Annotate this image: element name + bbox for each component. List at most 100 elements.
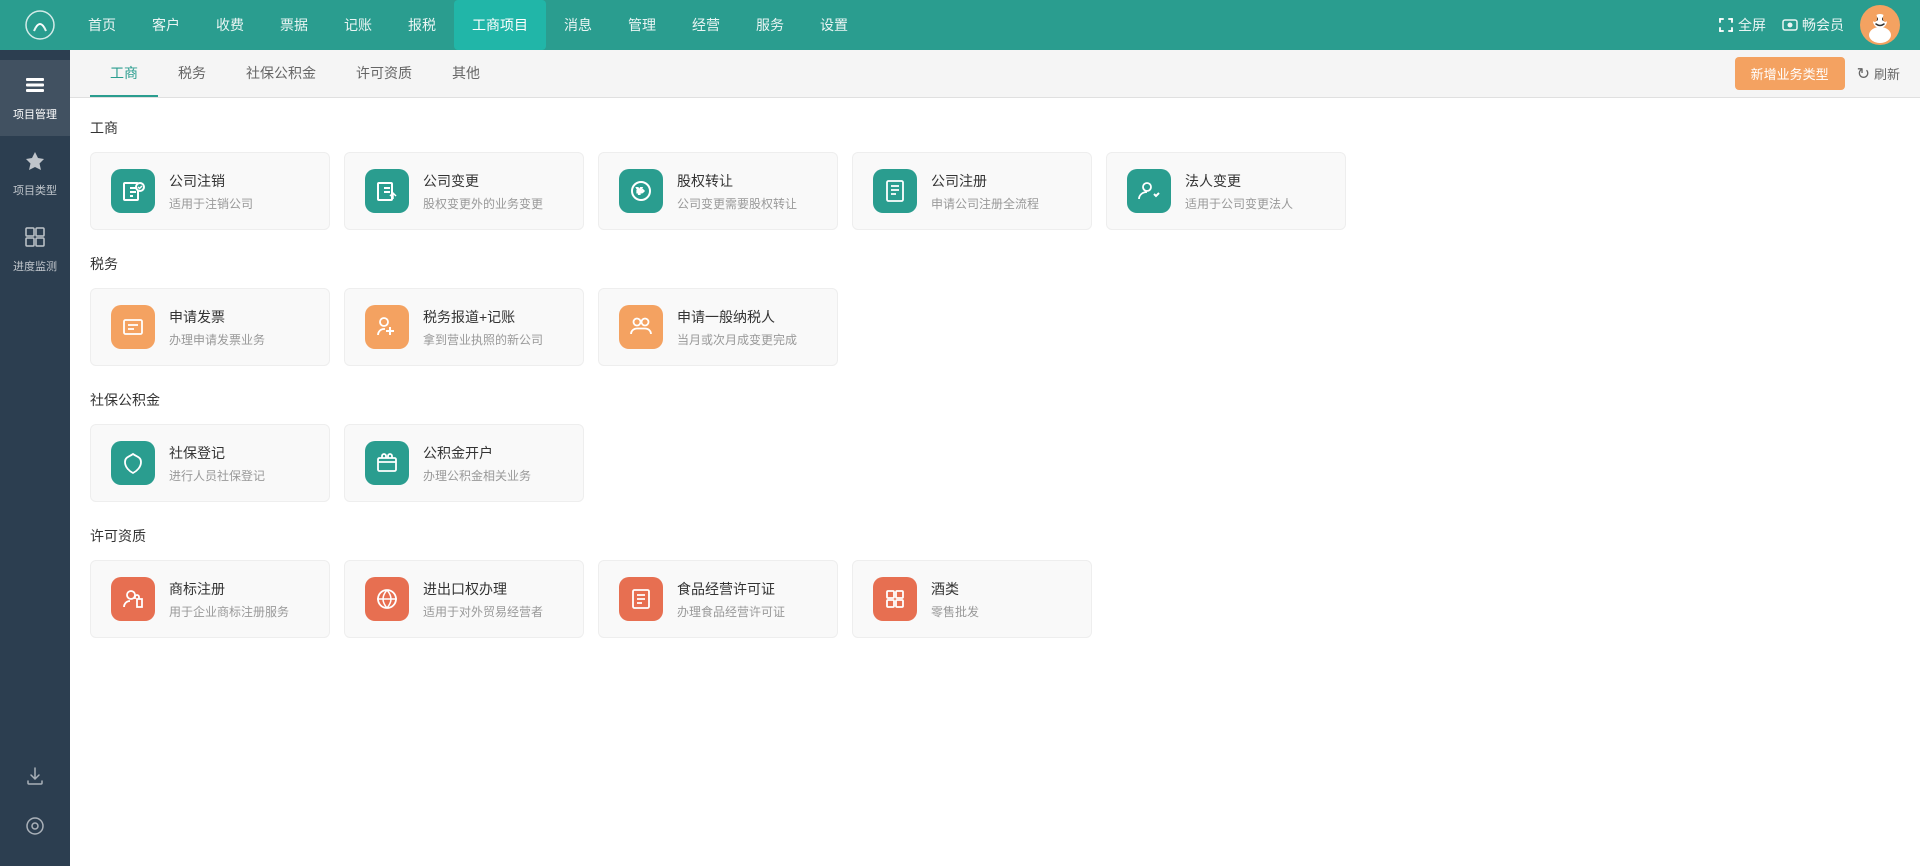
card-公司变更[interactable]: 公司变更股权变更外的业务变更 [344, 152, 584, 230]
sidebar-download[interactable] [15, 756, 55, 796]
tab-社保公积金[interactable]: 社保公积金 [226, 50, 336, 97]
card-社保登记[interactable]: 社保登记进行人员社保登记 [90, 424, 330, 502]
card-icon [111, 305, 155, 349]
card-icon [111, 441, 155, 485]
top-menu-item-首页[interactable]: 首页 [70, 0, 134, 50]
card-title: 申请发票 [169, 307, 265, 327]
section-title: 税务 [90, 254, 1900, 274]
section-title: 许可资质 [90, 526, 1900, 546]
card-税务报道+记账[interactable]: 税务报道+记账拿到营业执照的新公司 [344, 288, 584, 366]
card-title: 公积金开户 [423, 443, 531, 463]
top-menu-item-经营[interactable]: 经营 [674, 0, 738, 50]
card-icon [619, 305, 663, 349]
fullscreen-button[interactable]: 全屏 [1718, 15, 1766, 35]
card-title: 税务报道+记账 [423, 307, 543, 327]
sidebar-settings[interactable] [15, 806, 55, 846]
card-desc: 办理公积金相关业务 [423, 467, 531, 484]
section-社保公积金: 社保公积金社保登记进行人员社保登记 公积金开户办理公积金相关业务 [90, 390, 1900, 502]
card-icon [365, 441, 409, 485]
svg-text:¥: ¥ [636, 187, 642, 196]
card-股权转让[interactable]: ¥股权转让公司变更需要股权转让 [598, 152, 838, 230]
card-icon [111, 169, 155, 213]
card-公积金开户[interactable]: 公积金开户办理公积金相关业务 [344, 424, 584, 502]
card-icon [365, 305, 409, 349]
top-menu-item-报税[interactable]: 报税 [390, 0, 454, 50]
card-申请一般纳税人[interactable]: 申请一般纳税人当月或次月成变更完成 [598, 288, 838, 366]
sidebar-item-progress[interactable]: 进度监测 [0, 212, 70, 288]
top-menu-item-客户[interactable]: 客户 [134, 0, 198, 50]
section-税务: 税务申请发票办理申请发票业务税务报道+记账拿到营业执照的新公司申请一般纳税人当月… [90, 254, 1900, 366]
card-icon [365, 169, 409, 213]
sidebar-item-project-management[interactable]: 项目管理 [0, 60, 70, 136]
refresh-button[interactable]: ↻ 刷新 [1857, 64, 1900, 84]
card-info: 公司注册申请公司注册全流程 [931, 171, 1039, 212]
card-desc: 适用于公司变更法人 [1185, 195, 1293, 212]
card-desc: 公司变更需要股权转让 [677, 195, 797, 212]
sidebar-label-2: 项目类型 [13, 182, 57, 198]
card-title: 法人变更 [1185, 171, 1293, 191]
sidebar-item-project-type[interactable]: 项目类型 [0, 136, 70, 212]
card-title: 申请一般纳税人 [677, 307, 797, 327]
card-title: 公司注销 [169, 171, 253, 191]
card-info: 商标注册用于企业商标注册服务 [169, 579, 289, 620]
top-menu-item-管理[interactable]: 管理 [610, 0, 674, 50]
card-公司注册[interactable]: 公司注册申请公司注册全流程 [852, 152, 1092, 230]
card-desc: 申请公司注册全流程 [931, 195, 1039, 212]
tab-工商[interactable]: 工商 [90, 50, 158, 97]
refresh-label: 刷新 [1874, 64, 1900, 83]
fullscreen-label: 全屏 [1738, 15, 1766, 35]
card-酒类[interactable]: 酒类零售批发 [852, 560, 1092, 638]
top-menu-item-收费[interactable]: 收费 [198, 0, 262, 50]
cards-grid: 申请发票办理申请发票业务税务报道+记账拿到营业执照的新公司申请一般纳税人当月或次… [90, 288, 1900, 366]
top-menu-item-服务[interactable]: 服务 [738, 0, 802, 50]
top-menu-item-票据[interactable]: 票据 [262, 0, 326, 50]
card-icon [111, 577, 155, 621]
card-desc: 适用于对外贸易经营者 [423, 603, 543, 620]
scroll-content[interactable]: 工商公司注销适用于注销公司公司变更股权变更外的业务变更¥股权转让公司变更需要股权… [70, 98, 1920, 866]
section-title: 工商 [90, 118, 1900, 138]
member-button[interactable]: 畅会员 [1782, 15, 1844, 35]
tab-许可资质[interactable]: 许可资质 [336, 50, 432, 97]
top-menu-item-消息[interactable]: 消息 [546, 0, 610, 50]
card-info: 社保登记进行人员社保登记 [169, 443, 265, 484]
card-info: 法人变更适用于公司变更法人 [1185, 171, 1293, 212]
logo [10, 9, 70, 41]
tab-其他[interactable]: 其他 [432, 50, 500, 97]
section-title: 社保公积金 [90, 390, 1900, 410]
card-desc: 办理食品经营许可证 [677, 603, 785, 620]
card-title: 酒类 [931, 579, 979, 599]
sidebar-bottom [15, 756, 55, 866]
card-title: 公司变更 [423, 171, 543, 191]
main-layout: 项目管理 项目类型 进度监测 工商税务社保公积金许可资质其他 [0, 50, 1920, 866]
cards-grid: 社保登记进行人员社保登记 公积金开户办理公积金相关业务 [90, 424, 1900, 502]
top-menu-item-工商项目[interactable]: 工商项目 [454, 0, 546, 50]
card-食品经营许可证[interactable]: 食品经营许可证办理食品经营许可证 [598, 560, 838, 638]
card-法人变更[interactable]: 法人变更适用于公司变更法人 [1106, 152, 1346, 230]
tab-税务[interactable]: 税务 [158, 50, 226, 97]
card-desc: 办理申请发票业务 [169, 331, 265, 348]
sidebar-label-3: 进度监测 [13, 258, 57, 274]
card-desc: 拿到营业执照的新公司 [423, 331, 543, 348]
card-desc: 零售批发 [931, 603, 979, 620]
card-info: 公积金开户办理公积金相关业务 [423, 443, 531, 484]
card-申请发票[interactable]: 申请发票办理申请发票业务 [90, 288, 330, 366]
card-商标注册[interactable]: 商标注册用于企业商标注册服务 [90, 560, 330, 638]
card-公司注销[interactable]: 公司注销适用于注销公司 [90, 152, 330, 230]
top-menu-item-设置[interactable]: 设置 [802, 0, 866, 50]
new-type-button[interactable]: 新增业务类型 [1735, 57, 1845, 90]
project-management-icon [24, 74, 46, 100]
card-进出口权办理[interactable]: 进出口权办理适用于对外贸易经营者 [344, 560, 584, 638]
sidebar: 项目管理 项目类型 进度监测 [0, 50, 70, 866]
tabs-left: 工商税务社保公积金许可资质其他 [90, 50, 500, 97]
card-icon [873, 577, 917, 621]
cards-grid: 公司注销适用于注销公司公司变更股权变更外的业务变更¥股权转让公司变更需要股权转让… [90, 152, 1900, 230]
refresh-icon: ↻ [1857, 64, 1870, 84]
logo-icon [24, 9, 56, 41]
avatar[interactable] [1860, 5, 1900, 45]
top-nav-right: 全屏 畅会员 [1718, 5, 1920, 45]
card-desc: 当月或次月成变更完成 [677, 331, 797, 348]
top-menu-item-记账[interactable]: 记账 [326, 0, 390, 50]
card-desc: 适用于注销公司 [169, 195, 253, 212]
tab-bar: 工商税务社保公积金许可资质其他 新增业务类型 ↻ 刷新 [70, 50, 1920, 98]
top-navigation: 首页客户收费票据记账报税工商项目消息管理经营服务设置 全屏 畅会员 [0, 0, 1920, 50]
